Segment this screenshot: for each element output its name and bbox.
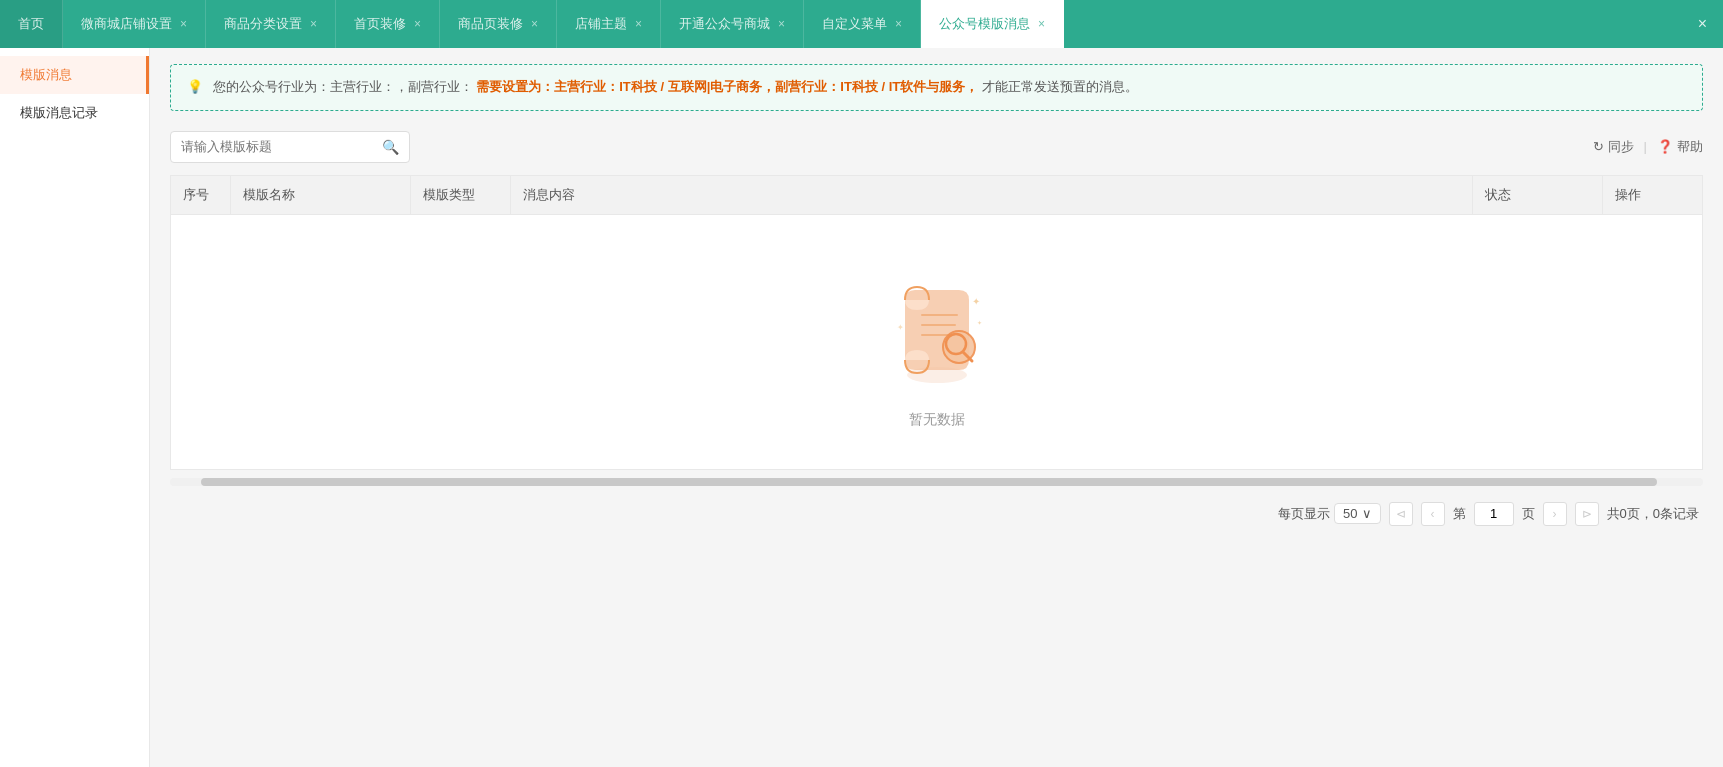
pagination: 每页显示 50 ∨ ⊲ ‹ 第 页 › ⊳ 共0页，0条记录	[170, 494, 1703, 534]
sidebar: 模版消息 模版消息记录	[0, 48, 150, 767]
search-icon[interactable]: 🔍	[382, 139, 399, 155]
tab-custom-menu[interactable]: 自定义菜单 ×	[804, 0, 921, 48]
tab-category-settings[interactable]: 商品分类设置 ×	[206, 0, 336, 48]
notice-icon: 💡	[187, 79, 203, 94]
page-size-value: 50	[1343, 506, 1357, 521]
close-icon[interactable]: ×	[531, 17, 538, 31]
table-header-row: 序号 模版名称 模版类型 消息内容 状态 操作	[171, 175, 1703, 214]
chevron-down-icon: ∨	[1362, 506, 1372, 521]
tab-product-decor[interactable]: 商品页装修 ×	[440, 0, 557, 48]
tab-template-msg[interactable]: 公众号模版消息 ×	[921, 0, 1064, 48]
close-icon[interactable]: ×	[310, 17, 317, 31]
close-icon[interactable]: ×	[1038, 17, 1045, 31]
page-size-select: 每页显示 50 ∨	[1278, 503, 1380, 524]
page-suffix-label: 页	[1522, 505, 1535, 523]
search-input[interactable]	[181, 139, 382, 154]
first-page-button[interactable]: ⊲	[1389, 502, 1413, 526]
data-table: 序号 模版名称 模版类型 消息内容 状态 操作	[170, 175, 1703, 470]
close-icon[interactable]: ×	[895, 17, 902, 31]
close-icon[interactable]: ×	[180, 17, 187, 31]
close-all-button[interactable]: ×	[1682, 0, 1723, 48]
divider: |	[1644, 139, 1647, 154]
col-header-action: 操作	[1603, 175, 1703, 214]
toolbar-right: ↻ 同步 | ❓ 帮助	[1593, 138, 1703, 156]
tab-homepage-decor[interactable]: 首页装修 ×	[336, 0, 440, 48]
svg-text:✦: ✦	[972, 296, 980, 307]
close-icon[interactable]: ×	[778, 17, 785, 31]
tab-open-mall[interactable]: 开通公众号商城 ×	[661, 0, 804, 48]
sidebar-item-template-msg-log[interactable]: 模版消息记录	[0, 94, 149, 132]
top-nav: 首页 微商城店铺设置 × 商品分类设置 × 首页装修 × 商品页装修 × 店铺主…	[0, 0, 1723, 48]
scrollbar-thumb[interactable]	[201, 478, 1657, 486]
col-header-content: 消息内容	[511, 175, 1473, 214]
col-header-name: 模版名称	[231, 175, 411, 214]
main-layout: 模版消息 模版消息记录 💡 您的公众号行业为：主营行业：，副营行业： 需要设置为…	[0, 48, 1723, 767]
help-button[interactable]: ❓ 帮助	[1657, 138, 1703, 156]
close-icon[interactable]: ×	[414, 17, 421, 31]
page-size-dropdown[interactable]: 50 ∨	[1334, 503, 1380, 524]
help-icon: ❓	[1657, 139, 1673, 154]
sync-icon: ↻	[1593, 139, 1604, 154]
tab-home[interactable]: 首页	[0, 0, 63, 48]
tab-shop-settings[interactable]: 微商城店铺设置 ×	[63, 0, 206, 48]
page-size-label: 每页显示	[1278, 505, 1330, 523]
sync-button[interactable]: ↻ 同步	[1593, 138, 1634, 156]
tab-shop-theme[interactable]: 店铺主题 ×	[557, 0, 661, 48]
next-page-button[interactable]: ›	[1543, 502, 1567, 526]
svg-text:✦: ✦	[897, 323, 904, 332]
col-header-type: 模版类型	[411, 175, 511, 214]
search-input-wrap: 🔍	[170, 131, 410, 163]
col-header-index: 序号	[171, 175, 231, 214]
svg-text:✦: ✦	[977, 320, 982, 326]
content-area: 💡 您的公众号行业为：主营行业：，副营行业： 需要设置为：主营行业：IT科技 /…	[150, 48, 1723, 767]
col-header-status: 状态	[1473, 175, 1603, 214]
horizontal-scrollbar[interactable]	[170, 478, 1703, 486]
close-icon[interactable]: ×	[635, 17, 642, 31]
search-bar: 🔍 ↻ 同步 | ❓ 帮助	[170, 131, 1703, 163]
last-page-button[interactable]: ⊳	[1575, 502, 1599, 526]
notice-box: 💡 您的公众号行业为：主营行业：，副营行业： 需要设置为：主营行业：IT科技 /…	[170, 64, 1703, 111]
page-prefix-label: 第	[1453, 505, 1466, 523]
empty-text: 暂无数据	[909, 411, 965, 429]
empty-state-row: ✦ ✦ ✦ 暂无数据	[171, 214, 1703, 469]
empty-state: ✦ ✦ ✦ 暂无数据	[171, 215, 1702, 469]
current-page-input[interactable]	[1474, 502, 1514, 526]
prev-page-button[interactable]: ‹	[1421, 502, 1445, 526]
total-records-label: 共0页，0条记录	[1607, 505, 1699, 523]
empty-illustration: ✦ ✦ ✦	[877, 275, 997, 395]
sidebar-item-template-msg[interactable]: 模版消息	[0, 56, 149, 94]
